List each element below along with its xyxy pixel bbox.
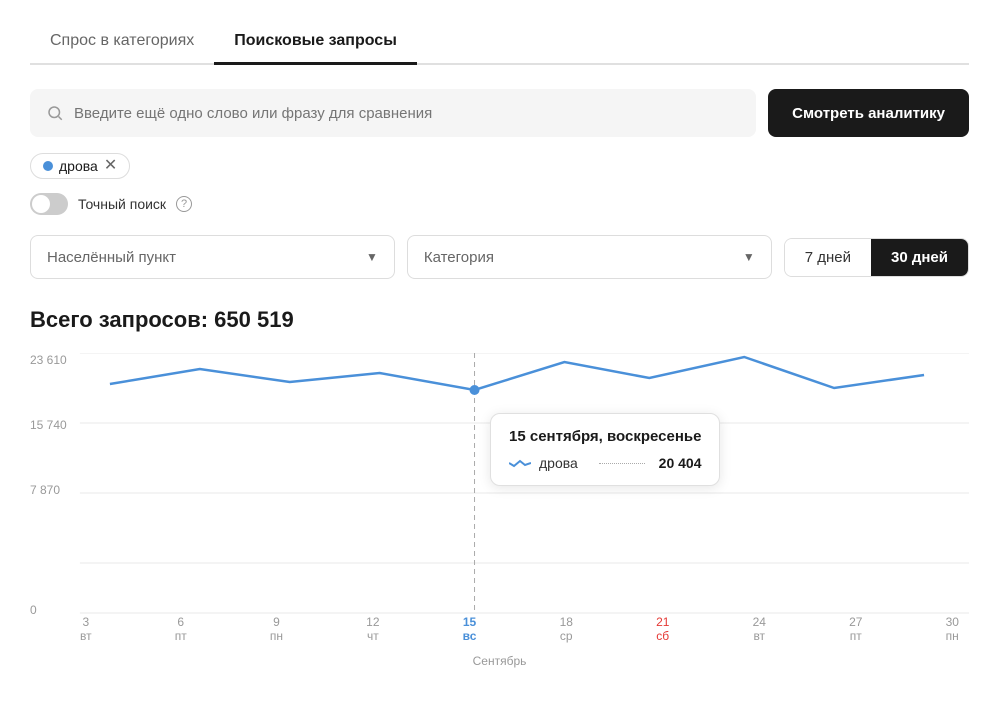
chart-svg xyxy=(30,353,969,633)
tabs-bar: Спрос в категориях Поисковые запросы xyxy=(30,20,969,65)
exact-search-toggle[interactable] xyxy=(30,193,68,215)
search-input-wrap xyxy=(30,89,756,137)
x-label-3: 3 вт xyxy=(80,615,92,643)
toggle-knob xyxy=(32,195,50,213)
x-label-9: 9 пн xyxy=(270,615,283,643)
y-label-mid2: 7 870 xyxy=(30,483,75,497)
tags-row: дрова ✕ xyxy=(30,153,969,179)
category-chevron-icon: ▼ xyxy=(743,250,755,264)
x-label-30: 30 пн xyxy=(946,615,959,643)
x-label-15: 15 вс xyxy=(463,615,477,643)
y-label-zero: 0 xyxy=(30,603,75,617)
search-icon xyxy=(46,104,64,122)
help-icon[interactable]: ? xyxy=(176,196,192,212)
tag-dot xyxy=(43,161,53,171)
period-7-button[interactable]: 7 дней xyxy=(785,239,871,276)
y-label-mid1: 15 740 xyxy=(30,418,75,432)
tag-close-button[interactable]: ✕ xyxy=(104,158,117,174)
x-axis: 3 вт 6 пт 9 пн 12 чт 15 вс 18 ср 21 сб 2… xyxy=(80,615,959,643)
tab-queries[interactable]: Поисковые запросы xyxy=(214,20,417,65)
toggle-row: Точный поиск ? xyxy=(30,193,969,215)
category-label: Категория xyxy=(424,249,494,266)
period-buttons: 7 дней 30 дней xyxy=(784,238,969,277)
category-select[interactable]: Категория ▼ xyxy=(407,235,772,279)
search-input[interactable] xyxy=(74,105,740,122)
tab-categories[interactable]: Спрос в категориях xyxy=(30,20,214,65)
exact-search-label: Точный поиск xyxy=(78,196,166,212)
x-label-18: 18 ср xyxy=(560,615,573,643)
analytics-button[interactable]: Смотреть аналитику xyxy=(768,89,969,137)
x-label-27: 27 пт xyxy=(849,615,862,643)
chart-point-day15 xyxy=(470,385,480,395)
chart-line-drova xyxy=(110,357,924,390)
location-select[interactable]: Населённый пункт ▼ xyxy=(30,235,395,279)
tag-label: дрова xyxy=(59,158,98,174)
y-axis: 23 610 15 740 7 870 0 xyxy=(30,353,78,613)
filters-row: Населённый пункт ▼ Категория ▼ 7 дней 30… xyxy=(30,235,969,279)
location-chevron-icon: ▼ xyxy=(366,250,378,264)
location-label: Населённый пункт xyxy=(47,249,176,266)
search-row: Смотреть аналитику xyxy=(30,89,969,137)
category-select-wrap: Категория ▼ xyxy=(407,235,772,279)
tag-drova: дрова ✕ xyxy=(30,153,130,179)
chart-title: Всего запросов: 650 519 xyxy=(30,307,969,333)
x-label-6: 6 пт xyxy=(175,615,187,643)
chart-container: 23 610 15 740 7 870 0 3 вт 6 пт 9 пн 12 … xyxy=(30,353,969,673)
x-label-24: 24 вт xyxy=(753,615,766,643)
y-label-max: 23 610 xyxy=(30,353,75,367)
location-select-wrap: Населённый пункт ▼ xyxy=(30,235,395,279)
x-label-21: 21 сб xyxy=(656,615,669,643)
period-30-button[interactable]: 30 дней xyxy=(871,239,968,276)
x-label-12: 12 чт xyxy=(366,615,379,643)
month-label: Сентябрь xyxy=(473,654,527,668)
